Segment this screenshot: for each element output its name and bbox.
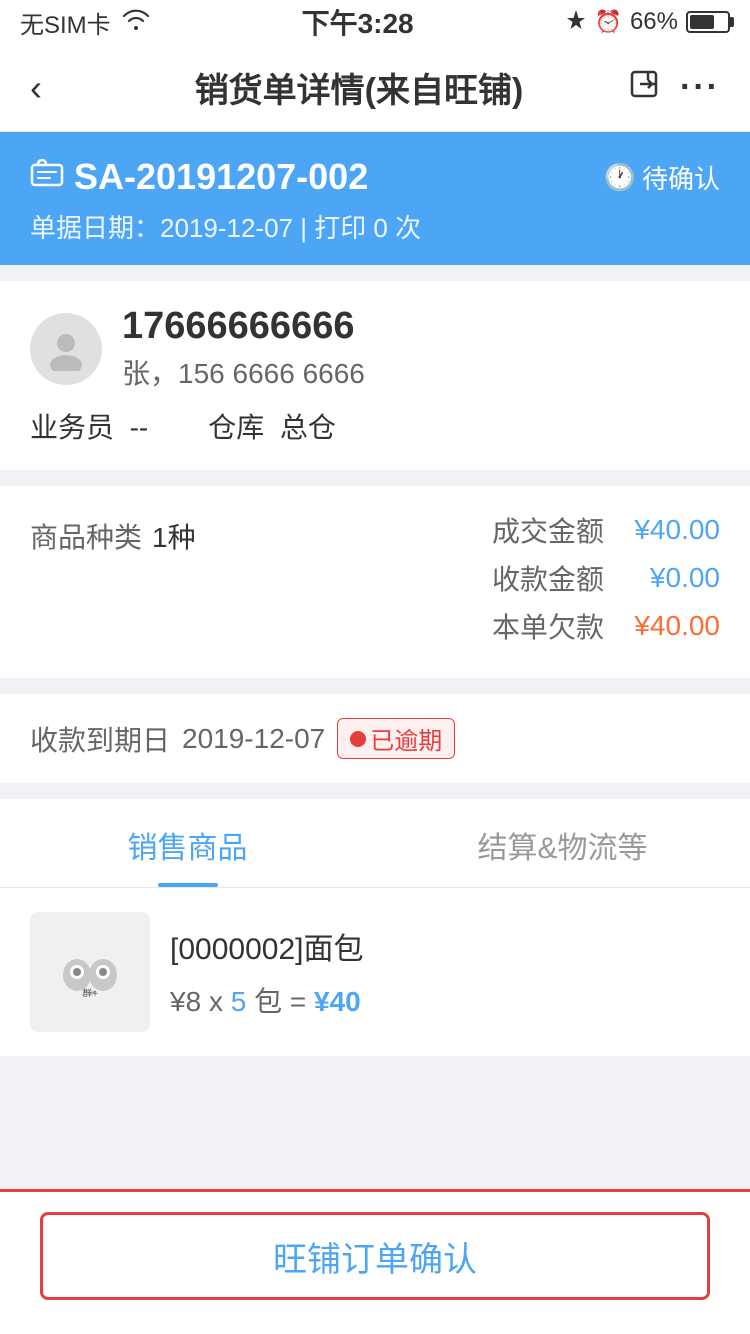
owed-amount-label: 本单欠款: [492, 606, 604, 646]
avatar: [30, 313, 102, 385]
received-amount-value: ¥0.00: [620, 562, 720, 594]
due-date-label: 收款到期日: [30, 719, 170, 759]
time-label: 下午3:28: [302, 2, 414, 42]
location-icon: [565, 8, 587, 37]
sales-rep-value: --: [130, 412, 149, 443]
received-amount-label: 收款金额: [492, 558, 604, 598]
status-bar: 无SIM卡 下午3:28 ⏰ 66%: [0, 0, 750, 44]
order-status: 🕐 待确认: [604, 159, 720, 196]
overdue-badge: 已逾期: [337, 718, 455, 759]
deal-amount-value: ¥40.00: [620, 514, 720, 546]
tab-products[interactable]: 销售商品: [0, 799, 375, 887]
summary-section: 商品种类 1种 成交金额 ¥40.00 收款金额 ¥0.00 本单欠款 ¥40.…: [0, 486, 750, 678]
due-date-section: 收款到期日 2019-12-07 已逾期: [0, 694, 750, 783]
sales-rep-label: 业务员: [30, 412, 114, 443]
unit-price: ¥8: [170, 986, 201, 1017]
clock-icon: 🕐: [604, 162, 636, 193]
order-meta: 单据日期：2019-12-07 | 打印 0 次: [30, 208, 720, 245]
nav-actions: ···: [628, 68, 720, 108]
product-thumbnail: 群+: [30, 912, 150, 1032]
product-name: [0000002]面包: [170, 924, 720, 968]
product-price-row: ¥8 x 5 包 = ¥40: [170, 980, 720, 1020]
wifi-icon: [121, 8, 151, 37]
order-icon: [30, 159, 64, 195]
page-title: 销货单详情(来自旺铺): [90, 63, 628, 112]
status-right: ⏰ 66%: [565, 8, 730, 37]
warehouse-label: 仓库: [208, 412, 264, 443]
status-left: 无SIM卡: [20, 5, 151, 40]
tabs-header: 销售商品 结算&物流等: [0, 799, 750, 888]
warehouse-value: 总仓: [280, 412, 336, 443]
battery-icon: [686, 8, 730, 36]
overdue-text: 已逾期: [370, 721, 442, 756]
product-info: [0000002]面包 ¥8 x 5 包 = ¥40: [170, 924, 720, 1020]
overdue-dot-icon: [350, 731, 366, 747]
carrier-label: 无SIM卡: [20, 5, 111, 40]
amounts-summary: 成交金额 ¥40.00 收款金额 ¥0.00 本单欠款 ¥40.00: [492, 510, 720, 654]
confirm-order-button[interactable]: 旺铺订单确认: [40, 1212, 710, 1300]
alarm-icon: ⏰: [595, 9, 622, 35]
product-qty: 5: [231, 986, 247, 1017]
more-icon[interactable]: ···: [680, 68, 720, 107]
back-button[interactable]: ‹: [30, 67, 90, 109]
nav-bar: ‹ 销货单详情(来自旺铺) ···: [0, 44, 750, 132]
svg-text:群+: 群+: [82, 987, 98, 997]
product-item: 群+ [0000002]面包 ¥8 x 5 包 = ¥40: [0, 888, 750, 1056]
product-types: 商品种类 1种: [30, 510, 196, 556]
battery-percentage: 66%: [630, 8, 678, 36]
customer-phone: 17666666666: [122, 305, 365, 348]
tabs-section: 销售商品 结算&物流等 群+ [00: [0, 799, 750, 1056]
product-total: ¥40: [314, 986, 361, 1017]
deal-amount-label: 成交金额: [492, 510, 604, 550]
product-unit: 包: [254, 986, 282, 1017]
share-icon[interactable]: [628, 68, 660, 108]
owed-amount-value: ¥40.00: [620, 610, 720, 642]
order-id: SA-20191207-002: [30, 156, 368, 198]
customer-meta: 业务员 -- 仓库 总仓: [30, 406, 720, 446]
order-header-card: SA-20191207-002 🕐 待确认 单据日期：2019-12-07 | …: [0, 132, 750, 265]
customer-section: 17666666666 张，156 6666 6666 业务员 -- 仓库 总仓: [0, 281, 750, 470]
confirm-button-wrap: 旺铺订单确认: [0, 1189, 750, 1334]
due-date-value: 2019-12-07: [182, 723, 325, 755]
tab-settlement[interactable]: 结算&物流等: [375, 799, 750, 887]
customer-name: 张，156 6666 6666: [122, 352, 365, 392]
